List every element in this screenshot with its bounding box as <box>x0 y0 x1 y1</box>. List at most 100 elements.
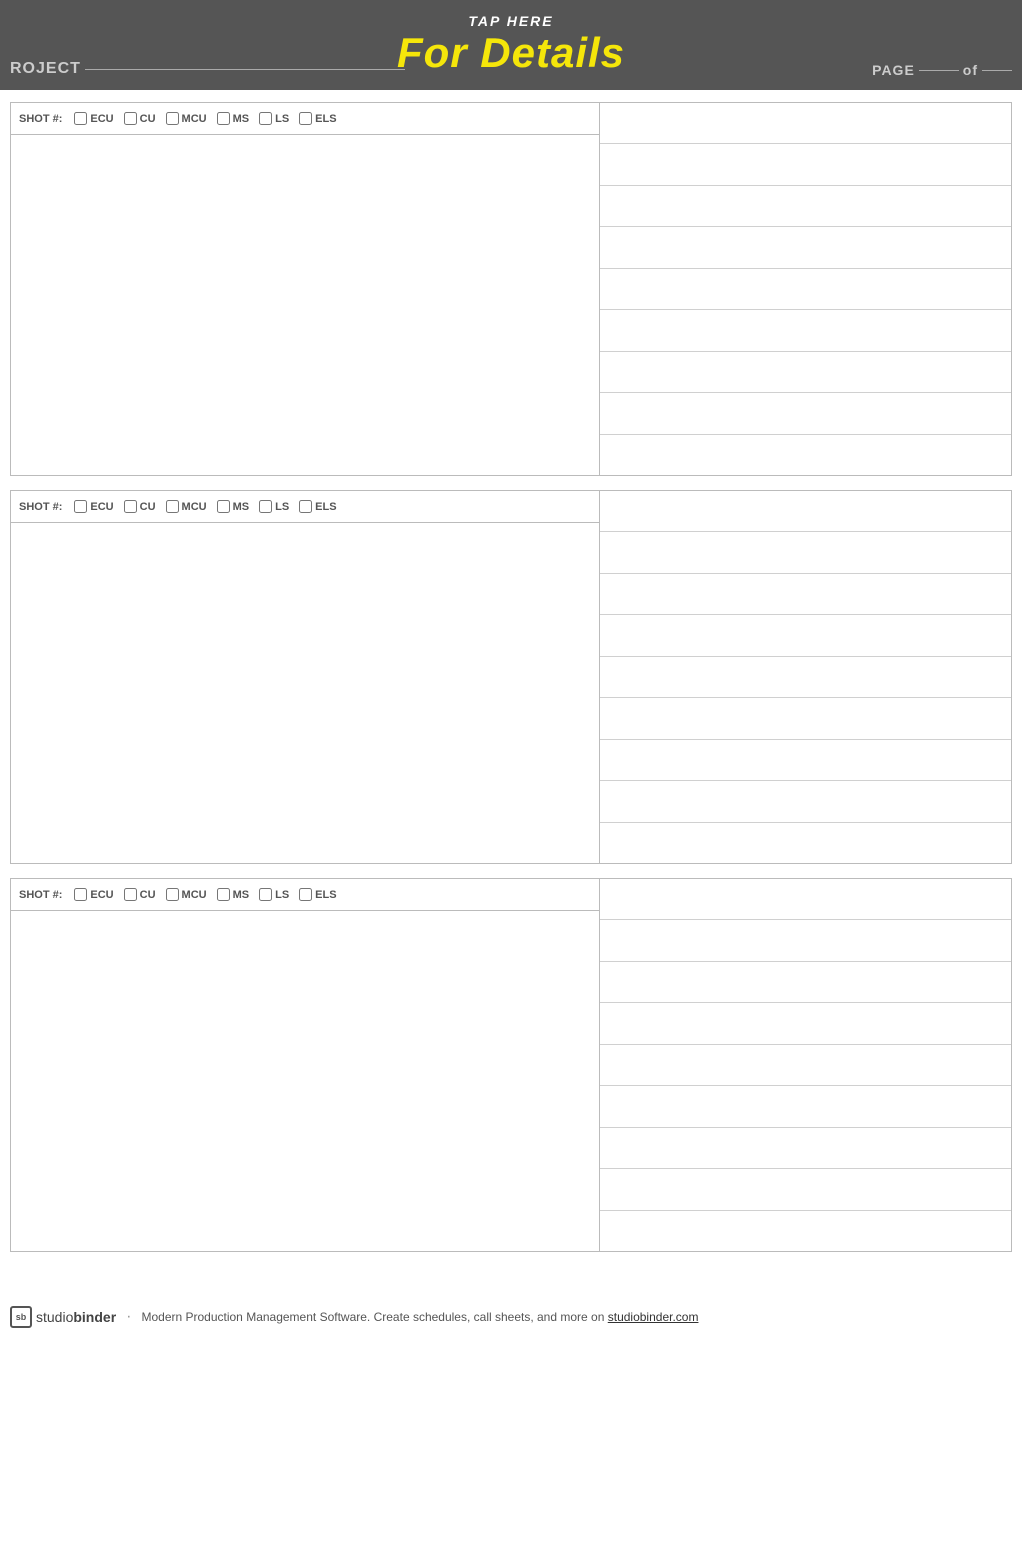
note-line-1-6[interactable] <box>600 310 1011 351</box>
checkboxes-1[interactable]: ECU CU MCU MS <box>74 112 336 125</box>
label-ls-2: LS <box>275 501 289 513</box>
checkbox-mcu-2[interactable] <box>166 500 179 513</box>
page-footer: sb studiobinder · Modern Production Mana… <box>0 1296 1022 1338</box>
cb-ms-3[interactable]: MS <box>217 888 250 901</box>
label-ecu-2: ECU <box>90 501 113 513</box>
checkbox-ecu-2[interactable] <box>74 500 87 513</box>
cb-mcu-2[interactable]: MCU <box>166 500 207 513</box>
for-details-label: For Details <box>397 30 625 76</box>
cb-mcu-3[interactable]: MCU <box>166 888 207 901</box>
note-line-2-9[interactable] <box>600 823 1011 863</box>
project-label-area: ROJECT <box>10 60 405 78</box>
cb-ls-3[interactable]: LS <box>259 888 289 901</box>
note-line-2-7[interactable] <box>600 740 1011 781</box>
note-line-1-9[interactable] <box>600 435 1011 475</box>
note-line-1-3[interactable] <box>600 186 1011 227</box>
label-ls-3: LS <box>275 889 289 901</box>
shot-right-2 <box>600 490 1012 864</box>
checkbox-ls-3[interactable] <box>259 888 272 901</box>
note-line-2-3[interactable] <box>600 574 1011 615</box>
cb-els-1[interactable]: ELS <box>299 112 336 125</box>
label-cu-3: CU <box>140 889 156 901</box>
note-line-3-1[interactable] <box>600 879 1011 920</box>
note-line-3-8[interactable] <box>600 1169 1011 1210</box>
cb-cu-2[interactable]: CU <box>124 500 156 513</box>
drawing-area-1[interactable] <box>11 135 599 475</box>
cb-ms-2[interactable]: MS <box>217 500 250 513</box>
cb-ecu-1[interactable]: ECU <box>74 112 113 125</box>
label-els-1: ELS <box>315 113 336 125</box>
checkbox-els-1[interactable] <box>299 112 312 125</box>
note-line-3-5[interactable] <box>600 1045 1011 1086</box>
cb-ls-1[interactable]: LS <box>259 112 289 125</box>
header-center-branding[interactable]: TAP HERE For Details <box>397 14 625 76</box>
cb-ecu-3[interactable]: ECU <box>74 888 113 901</box>
shot-num-label-3: SHOT #: <box>19 889 62 901</box>
note-line-3-6[interactable] <box>600 1086 1011 1127</box>
shot-header-2: SHOT #: ECU CU MCU <box>11 491 599 523</box>
note-line-3-2[interactable] <box>600 920 1011 961</box>
note-line-2-6[interactable] <box>600 698 1011 739</box>
note-line-3-9[interactable] <box>600 1211 1011 1251</box>
checkbox-ecu-1[interactable] <box>74 112 87 125</box>
note-line-1-5[interactable] <box>600 269 1011 310</box>
cb-cu-3[interactable]: CU <box>124 888 156 901</box>
note-line-1-7[interactable] <box>600 352 1011 393</box>
checkbox-ecu-3[interactable] <box>74 888 87 901</box>
project-label: ROJECT <box>10 60 81 78</box>
checkbox-els-3[interactable] <box>299 888 312 901</box>
checkbox-ms-3[interactable] <box>217 888 230 901</box>
cb-els-2[interactable]: ELS <box>299 500 336 513</box>
footer-link[interactable]: studiobinder.com <box>608 1310 699 1324</box>
checkboxes-3[interactable]: ECU CU MCU MS <box>74 888 336 901</box>
shot-block-2: SHOT #: ECU CU MCU <box>10 490 1012 864</box>
checkbox-ms-1[interactable] <box>217 112 230 125</box>
note-line-2-1[interactable] <box>600 491 1011 532</box>
note-line-2-8[interactable] <box>600 781 1011 822</box>
of-number-line <box>982 70 1012 71</box>
checkbox-ls-2[interactable] <box>259 500 272 513</box>
label-els-2: ELS <box>315 501 336 513</box>
note-line-2-5[interactable] <box>600 657 1011 698</box>
label-els-3: ELS <box>315 889 336 901</box>
note-line-3-4[interactable] <box>600 1003 1011 1044</box>
footer-separator: · <box>126 1308 131 1326</box>
checkbox-cu-1[interactable] <box>124 112 137 125</box>
note-line-3-3[interactable] <box>600 962 1011 1003</box>
note-line-2-4[interactable] <box>600 615 1011 656</box>
note-line-1-8[interactable] <box>600 393 1011 434</box>
note-line-1-2[interactable] <box>600 144 1011 185</box>
for-word: For <box>397 29 480 76</box>
cb-ms-1[interactable]: MS <box>217 112 250 125</box>
label-ls-1: LS <box>275 113 289 125</box>
cb-els-3[interactable]: ELS <box>299 888 336 901</box>
cb-ecu-2[interactable]: ECU <box>74 500 113 513</box>
checkbox-els-2[interactable] <box>299 500 312 513</box>
checkbox-cu-2[interactable] <box>124 500 137 513</box>
checkbox-ls-1[interactable] <box>259 112 272 125</box>
checkboxes-2[interactable]: ECU CU MCU MS <box>74 500 336 513</box>
page-number-line <box>919 70 959 71</box>
shot-header-3: SHOT #: ECU CU MCU <box>11 879 599 911</box>
label-ms-1: MS <box>233 113 250 125</box>
cb-cu-1[interactable]: CU <box>124 112 156 125</box>
shot-left-2: SHOT #: ECU CU MCU <box>10 490 600 864</box>
drawing-area-3[interactable] <box>11 911 599 1251</box>
main-content: SHOT #: ECU CU MCU <box>0 90 1022 1276</box>
note-line-3-7[interactable] <box>600 1128 1011 1169</box>
drawing-area-2[interactable] <box>11 523 599 863</box>
checkbox-mcu-1[interactable] <box>166 112 179 125</box>
note-line-1-4[interactable] <box>600 227 1011 268</box>
checkbox-mcu-3[interactable] <box>166 888 179 901</box>
shot-right-1 <box>600 102 1012 476</box>
note-line-1-1[interactable] <box>600 103 1011 144</box>
page-header[interactable]: ROJECT TAP HERE For Details PAGE of <box>0 0 1022 90</box>
note-line-2-2[interactable] <box>600 532 1011 573</box>
shot-num-label-1: SHOT #: <box>19 113 62 125</box>
shot-right-3 <box>600 878 1012 1252</box>
cb-ls-2[interactable]: LS <box>259 500 289 513</box>
checkbox-ms-2[interactable] <box>217 500 230 513</box>
footer-tagline: Modern Production Management Software. C… <box>141 1310 698 1324</box>
cb-mcu-1[interactable]: MCU <box>166 112 207 125</box>
checkbox-cu-3[interactable] <box>124 888 137 901</box>
